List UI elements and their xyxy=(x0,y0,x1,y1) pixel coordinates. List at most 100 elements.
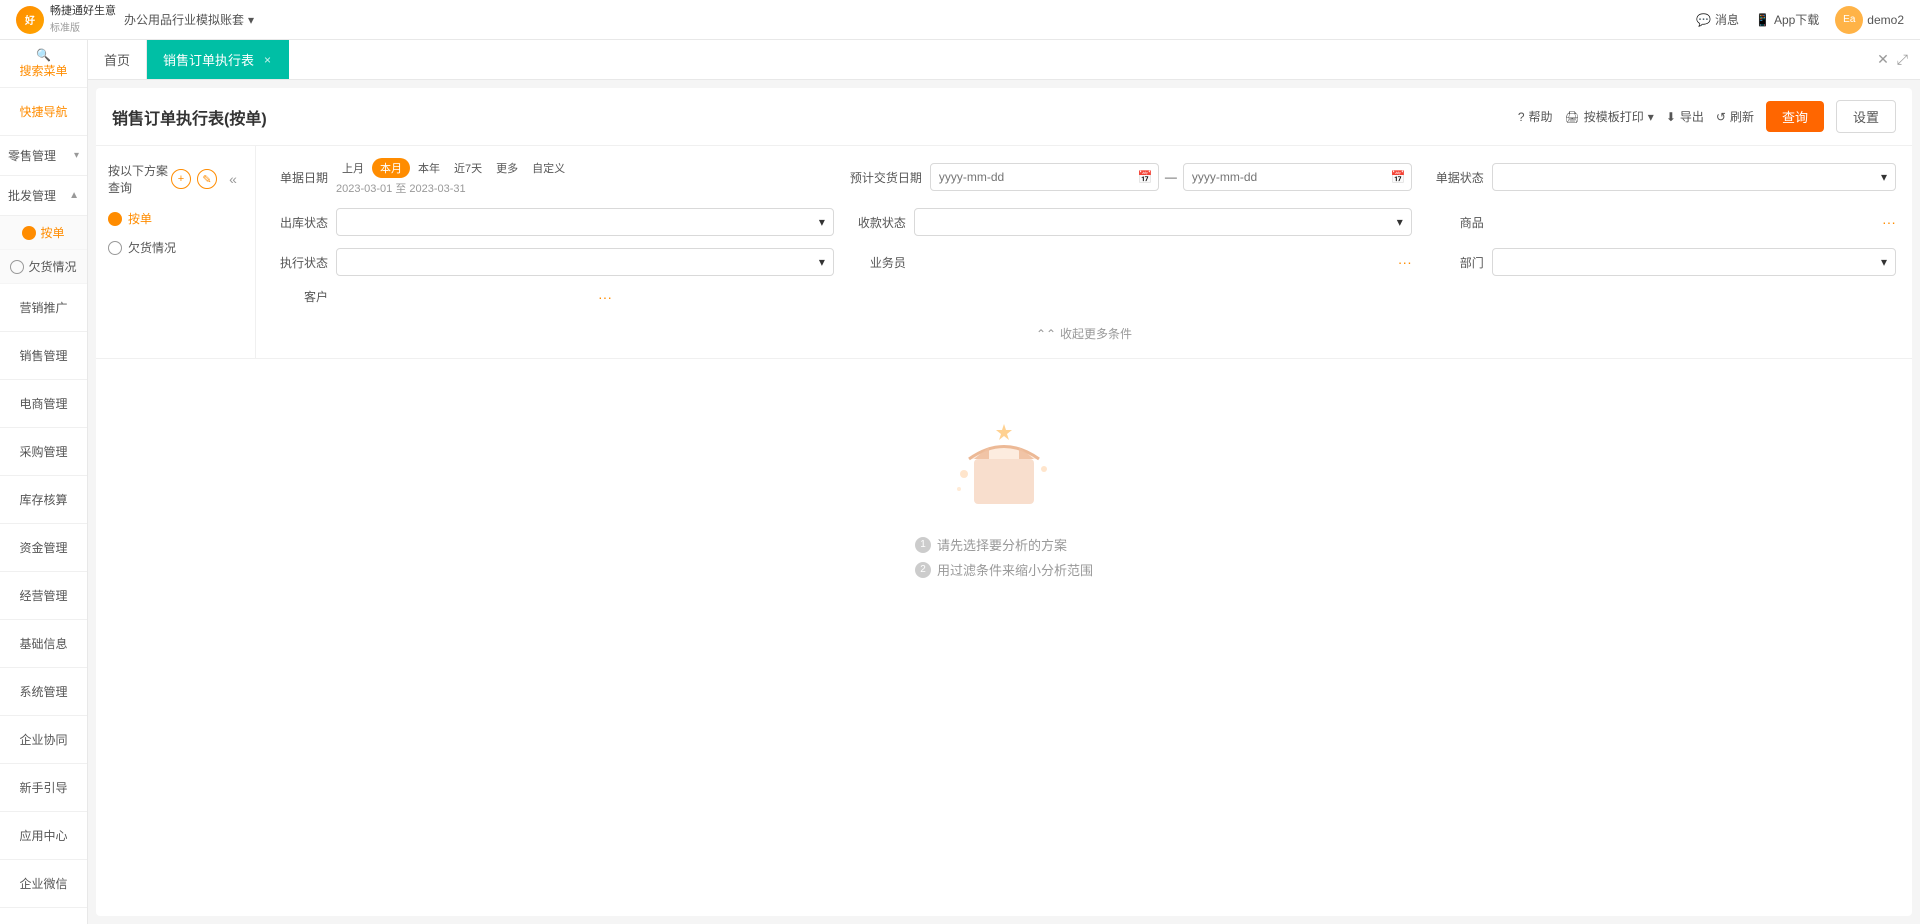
sidebar-item-quick-nav[interactable]: 快捷导航 xyxy=(0,88,87,136)
edit-scheme-btn[interactable]: ✎ xyxy=(197,169,217,189)
sidebar-item-wholesale[interactable]: 批发管理 ▲ xyxy=(0,176,87,216)
help-icon: ? xyxy=(1518,110,1525,124)
print-label: 按模板打印 xyxy=(1584,108,1644,125)
department-select[interactable]: ▾ xyxy=(1492,248,1896,276)
goods-more-btn[interactable]: ··· xyxy=(1882,214,1896,230)
sidebar-item-appstore[interactable]: 应用中心 xyxy=(0,812,87,860)
sidebar-item-sales[interactable]: 销售管理 xyxy=(0,332,87,380)
wechat-label: 企业微信 xyxy=(19,875,67,892)
exec-status-label: 执行状态 xyxy=(272,254,328,271)
filter-nav-by-order[interactable]: 按单 xyxy=(96,204,255,233)
marketing-label: 营销推广 xyxy=(19,299,67,316)
debt-dot xyxy=(10,260,24,274)
tab-home-label: 首页 xyxy=(104,50,130,69)
quick-date-more[interactable]: 更多 xyxy=(490,158,524,178)
sidebar-sub-item-debt[interactable]: 欠货情况 xyxy=(0,250,87,284)
messages-btn[interactable]: 💬 消息 xyxy=(1696,11,1739,28)
exec-status-field: 执行状态 ▾ xyxy=(272,248,834,276)
customer-more-btn[interactable]: ··· xyxy=(598,289,612,305)
calendar-icon-end: 📅 xyxy=(1391,170,1406,184)
empty-tip-2: 2 用过滤条件来缩小分析范围 xyxy=(915,560,1093,579)
content-area: 首页 销售订单执行表 × ✕ ⤢ 销售订单执行表(按单) ? 帮助 xyxy=(88,40,1920,924)
company-selector[interactable]: 办公用品行业模拟账套 ▾ xyxy=(124,11,254,28)
receipt-status-field: 收款状态 ▾ xyxy=(850,208,1412,236)
settings-button[interactable]: 设置 xyxy=(1836,100,1896,133)
collapse-more-btn[interactable]: ⌃⌃ 收起更多条件 xyxy=(272,317,1896,346)
print-link[interactable]: 🖨 按模板打印 ▾ xyxy=(1565,108,1654,125)
receipt-dropdown-icon: ▾ xyxy=(1397,215,1403,229)
by-order-dot xyxy=(108,212,122,226)
finance-label: 资金管理 xyxy=(19,539,67,556)
sidebar-item-finance[interactable]: 资金管理 xyxy=(0,524,87,572)
header-left: 好 畅捷通好生意 标准版 办公用品行业模拟账套 ▾ xyxy=(16,5,254,33)
wholesale-arrow-icon: ▲ xyxy=(69,190,79,201)
add-icon: + xyxy=(178,173,184,185)
delivery-status-select[interactable]: ▾ xyxy=(336,208,834,236)
quick-date-custom[interactable]: 自定义 xyxy=(526,158,571,178)
quick-date-this-month[interactable]: 本月 xyxy=(372,158,410,178)
receipt-status-select[interactable]: ▾ xyxy=(914,208,1412,236)
filter-sidebar-header: 按以下方案查询 + ✎ « xyxy=(96,158,255,200)
filter-row-3: 执行状态 ▾ 业务员 ··· xyxy=(272,248,1896,276)
sidebar-item-wechat[interactable]: 企业微信 xyxy=(0,860,87,908)
add-scheme-btn[interactable]: + xyxy=(171,169,191,189)
print-arrow-icon: ▾ xyxy=(1648,110,1654,124)
operations-label: 经营管理 xyxy=(19,587,67,604)
exec-status-select[interactable]: ▾ xyxy=(336,248,834,276)
quick-date-this-year[interactable]: 本年 xyxy=(412,158,446,178)
sidebar-item-ecommerce[interactable]: 电商管理 xyxy=(0,380,87,428)
download-icon: 📱 xyxy=(1755,13,1770,27)
sidebar-item-system[interactable]: 系统管理 xyxy=(0,668,87,716)
app-download-btn[interactable]: 📱 App下载 xyxy=(1755,11,1819,28)
expected-date-range: 📅 — 📅 xyxy=(930,163,1412,191)
sidebar-item-inventory[interactable]: 库存核算 xyxy=(0,476,87,524)
tab-active[interactable]: 销售订单执行表 × xyxy=(147,40,289,79)
tab-active-label: 销售订单执行表 xyxy=(163,50,254,69)
search-button[interactable]: 查询 xyxy=(1766,101,1824,132)
enterprise-label: 企业协同 xyxy=(19,731,67,748)
exec-dropdown-icon: ▾ xyxy=(819,255,825,269)
export-link[interactable]: ⬇ 导出 xyxy=(1666,108,1704,125)
sidebar-item-enterprise[interactable]: 企业协同 xyxy=(0,716,87,764)
filter-nav-by-debt[interactable]: 欠货情况 xyxy=(96,233,255,262)
sidebar-item-procurement[interactable]: 采购管理 xyxy=(0,428,87,476)
tab-home[interactable]: 首页 xyxy=(88,40,147,79)
sidebar-item-guide[interactable]: 新手引导 xyxy=(0,764,87,812)
empty-tips: 1 请先选择要分析的方案 2 用过滤条件来缩小分析范围 xyxy=(915,535,1093,585)
avatar: Ea xyxy=(1835,6,1863,34)
sidebar-item-search[interactable]: 🔍 搜索菜单 xyxy=(0,40,87,88)
tip-num-2: 2 xyxy=(915,562,931,578)
page-header: 销售订单执行表(按单) ? 帮助 🖨 按模板打印 ▾ ⬇ 导出 xyxy=(96,88,1912,146)
department-dropdown-icon: ▾ xyxy=(1881,255,1887,269)
user-menu[interactable]: Ea demo2 xyxy=(1835,6,1904,34)
status-select[interactable]: ▾ xyxy=(1492,163,1896,191)
date-field-controls: 上月 本月 本年 近7天 更多 自定义 2023-03-01 至 2023-03… xyxy=(336,158,834,196)
collapse-icon: « xyxy=(229,171,237,187)
single-date-field: 单据日期 上月 本月 本年 近7天 更多 自定义 20 xyxy=(272,158,834,196)
help-link[interactable]: ? 帮助 xyxy=(1518,108,1553,125)
sidebar-item-basic[interactable]: 基础信息 xyxy=(0,620,87,668)
sidebar-item-marketing[interactable]: 营销推广 xyxy=(0,284,87,332)
expected-date-end[interactable] xyxy=(1183,163,1412,191)
tab-close-icon[interactable]: × xyxy=(262,51,273,69)
collapse-sidebar-btn[interactable]: « xyxy=(223,169,243,189)
quick-date-7days[interactable]: 近7天 xyxy=(448,158,488,178)
single-date-label: 单据日期 xyxy=(272,169,328,186)
sidebar-item-operations[interactable]: 经营管理 xyxy=(0,572,87,620)
filter-row-4: 客户 ··· xyxy=(272,288,1896,305)
sidebar-item-member[interactable]: 畅会员 xyxy=(0,908,87,924)
message-icon: 💬 xyxy=(1696,13,1711,27)
customer-input-wrap: ··· xyxy=(336,289,612,305)
customer-field: 客户 ··· xyxy=(272,288,612,305)
tab-close-window-icon[interactable]: ✕ xyxy=(1877,51,1889,68)
refresh-link[interactable]: ↺ 刷新 xyxy=(1716,108,1754,125)
sidebar-item-retail[interactable]: 零售管理 ▾ xyxy=(0,136,87,176)
quick-date-last-month[interactable]: 上月 xyxy=(336,158,370,178)
tab-expand-icon[interactable]: ⤢ xyxy=(1897,51,1908,68)
sidebar-sub-item-orders[interactable]: 按单 xyxy=(0,216,87,250)
expected-date-start[interactable] xyxy=(930,163,1159,191)
salesperson-more-btn[interactable]: ··· xyxy=(1398,254,1412,270)
company-name: 办公用品行业模拟账套 xyxy=(124,11,244,28)
calendar-icon-start: 📅 xyxy=(1138,170,1153,184)
page-title: 销售订单执行表(按单) xyxy=(112,105,267,129)
